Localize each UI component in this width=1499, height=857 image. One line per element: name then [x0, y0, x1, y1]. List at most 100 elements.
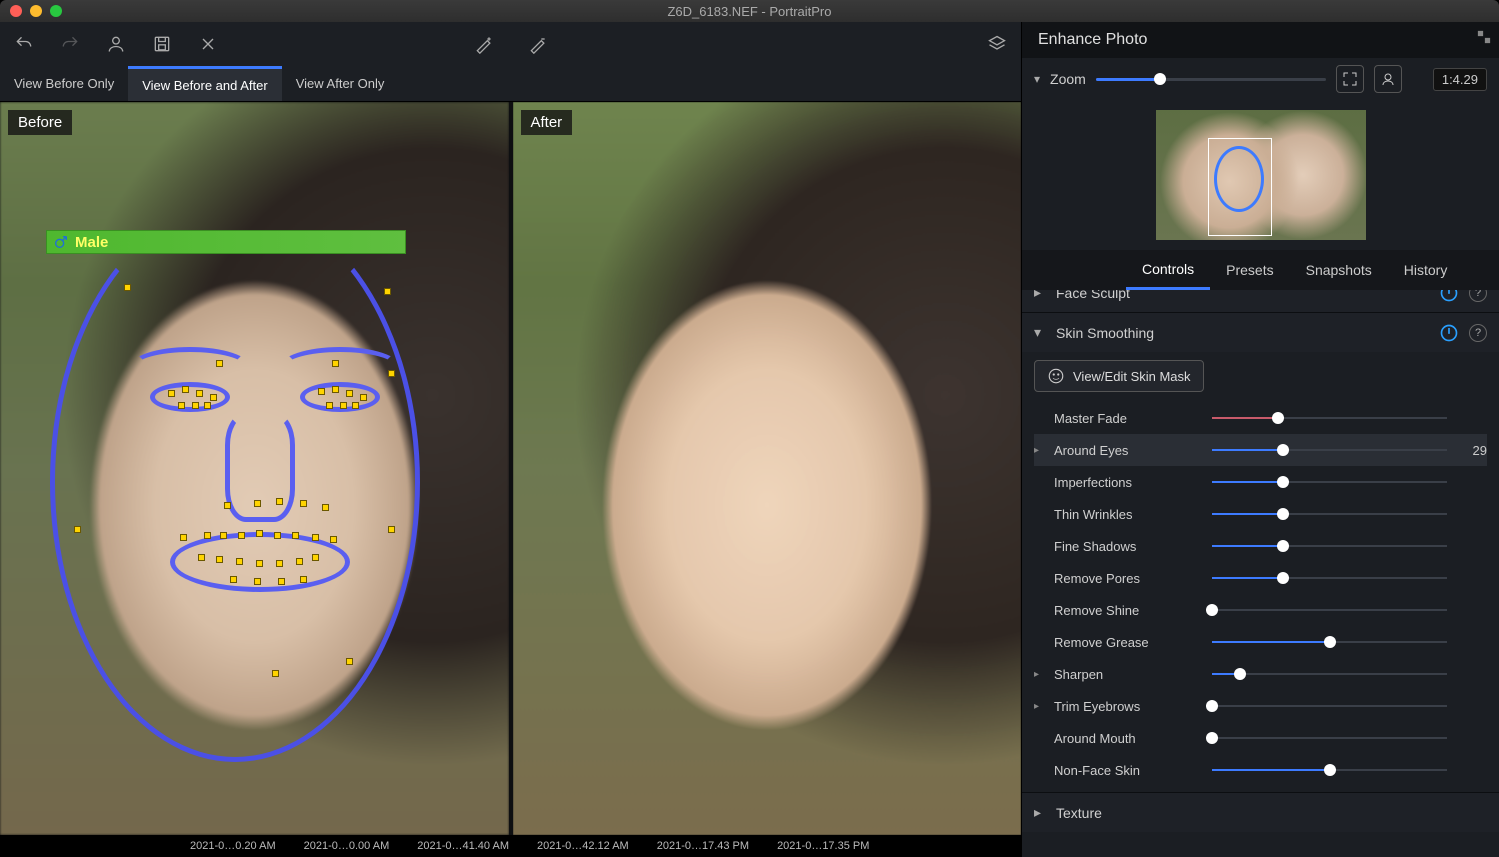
- eyebrow-left[interactable]: [130, 347, 250, 387]
- tab-view-before-after[interactable]: View Before and After: [128, 66, 282, 101]
- slider-label: Thin Wrinkles: [1054, 507, 1202, 522]
- slider-label: Non-Face Skin: [1054, 763, 1202, 778]
- subtab-snapshots[interactable]: Snapshots: [1290, 250, 1388, 290]
- undo-icon[interactable]: [12, 32, 36, 56]
- slider-remove_grease[interactable]: Remove Grease: [1034, 626, 1487, 658]
- slider-track[interactable]: [1212, 696, 1447, 716]
- person-icon[interactable]: [104, 32, 128, 56]
- sidebar: Enhance Photo ▾ Zoom 1:4.29 Controls: [1021, 22, 1499, 857]
- slider-remove_shine[interactable]: Remove Shine: [1034, 594, 1487, 626]
- slider-track[interactable]: [1212, 600, 1447, 620]
- slider-track[interactable]: [1212, 568, 1447, 588]
- subtab-presets[interactable]: Presets: [1210, 250, 1289, 290]
- eye-right[interactable]: [300, 382, 380, 412]
- slider-track[interactable]: [1212, 472, 1447, 492]
- slider-around_eyes[interactable]: ▸ Around Eyes 29: [1034, 434, 1487, 466]
- timestamp: 2021-0…17.43 PM: [657, 840, 749, 852]
- slider-label: Remove Pores: [1054, 571, 1202, 586]
- redo-icon[interactable]: [58, 32, 82, 56]
- timestamp: 2021-0…0.20 AM: [190, 840, 276, 852]
- timestamps-strip: 2021-0…0.20 AM 2021-0…0.00 AM 2021-0…41.40…: [0, 835, 1021, 857]
- timestamp: 2021-0…0.00 AM: [304, 840, 390, 852]
- app-root: View Before Only View Before and After V…: [0, 22, 1499, 857]
- slider-label: Around Eyes: [1054, 443, 1202, 458]
- slider-track[interactable]: [1212, 728, 1447, 748]
- chevron-right-icon[interactable]: ▸: [1034, 445, 1044, 456]
- eyebrow-right[interactable]: [280, 347, 400, 387]
- power-icon[interactable]: [1439, 323, 1459, 343]
- slider-track[interactable]: [1212, 408, 1447, 428]
- subtab-controls[interactable]: Controls: [1126, 250, 1210, 290]
- chevron-right-icon[interactable]: ▸: [1034, 701, 1044, 712]
- male-icon: [53, 234, 69, 250]
- timestamp: 2021-0…41.40 AM: [417, 840, 509, 852]
- zoom-row: ▾ Zoom 1:4.29: [1022, 58, 1499, 100]
- macos-titlebar: Z6D_6183.NEF - PortraitPro: [0, 0, 1499, 22]
- chevron-down-icon[interactable]: ▾: [1034, 72, 1040, 86]
- before-label: Before: [8, 110, 72, 135]
- main-area: View Before Only View Before and After V…: [0, 22, 1021, 857]
- tab-view-after-only[interactable]: View After Only: [282, 66, 399, 101]
- power-icon[interactable]: [1439, 290, 1459, 303]
- slider-label: Fine Shadows: [1054, 539, 1202, 554]
- help-icon[interactable]: ?: [1469, 324, 1487, 342]
- subtab-history[interactable]: History: [1388, 250, 1464, 290]
- window-title: Z6D_6183.NEF - PortraitPro: [0, 4, 1499, 19]
- section-skin-smoothing[interactable]: ▾ Skin Smoothing ?: [1022, 312, 1499, 352]
- sidebar-title: Enhance Photo: [1038, 31, 1147, 49]
- slider-master_fade[interactable]: Master Fade: [1034, 402, 1487, 434]
- view-edit-skin-mask-button[interactable]: View/Edit Skin Mask: [1034, 360, 1204, 392]
- gender-tag-label: Male: [75, 234, 108, 251]
- main-toolbar: [0, 22, 1021, 66]
- slider-track[interactable]: [1212, 664, 1447, 684]
- timestamp: 2021-0…17.35 PM: [777, 840, 869, 852]
- slider-label: Remove Shine: [1054, 603, 1202, 618]
- slider-trim_eyebrows[interactable]: ▸Trim Eyebrows: [1034, 690, 1487, 722]
- mouth-outline[interactable]: [170, 532, 350, 592]
- slider-imperfections[interactable]: Imperfections: [1034, 466, 1487, 498]
- pane-before: Before Male: [0, 102, 509, 835]
- slider-non_face_skin[interactable]: Non-Face Skin: [1034, 754, 1487, 786]
- slider-label: Sharpen: [1054, 667, 1202, 682]
- slider-label: Master Fade: [1054, 411, 1202, 426]
- slider-label: Around Mouth: [1054, 731, 1202, 746]
- slider-track[interactable]: [1212, 632, 1447, 652]
- slider-thin_wrinkles[interactable]: Thin Wrinkles: [1034, 498, 1487, 530]
- section-face-sculpt[interactable]: ▸ Face Sculpt ?: [1022, 290, 1499, 312]
- view-tabs: View Before Only View Before and After V…: [0, 66, 1021, 102]
- slider-around_mouth[interactable]: Around Mouth: [1034, 722, 1487, 754]
- slider-remove_pores[interactable]: Remove Pores: [1034, 562, 1487, 594]
- nose-outline[interactable]: [225, 412, 295, 522]
- zoom-value[interactable]: 1:4.29: [1433, 68, 1487, 91]
- eye-left[interactable]: [150, 382, 230, 412]
- sidebar-header: Enhance Photo: [1022, 22, 1499, 58]
- fit-face-icon[interactable]: [1374, 65, 1402, 93]
- section-texture[interactable]: ▸ Texture: [1022, 792, 1499, 832]
- brush-add-icon[interactable]: [472, 32, 496, 56]
- after-label: After: [521, 110, 573, 135]
- brush-remove-icon[interactable]: [526, 32, 550, 56]
- tab-view-before-only[interactable]: View Before Only: [0, 66, 128, 101]
- close-icon[interactable]: [196, 32, 220, 56]
- fit-screen-icon[interactable]: [1336, 65, 1364, 93]
- slider-track[interactable]: [1212, 440, 1447, 460]
- pane-after: After: [509, 102, 1022, 835]
- slider-fine_shadows[interactable]: Fine Shadows: [1034, 530, 1487, 562]
- chevron-right-icon[interactable]: ▸: [1034, 669, 1044, 680]
- controls-panel[interactable]: ▸ Face Sculpt ? ▾ Skin Smoothing ? View/…: [1022, 290, 1499, 857]
- layers-icon[interactable]: [985, 32, 1009, 56]
- slider-label: Imperfections: [1054, 475, 1202, 490]
- detach-icon[interactable]: [1477, 30, 1491, 44]
- slider-track[interactable]: [1212, 504, 1447, 524]
- canvas[interactable]: Before Male Aft: [0, 102, 1021, 835]
- slider-track[interactable]: [1212, 760, 1447, 780]
- slider-track[interactable]: [1212, 536, 1447, 556]
- mask-icon: [1047, 367, 1065, 385]
- slider-value: 29: [1457, 443, 1487, 458]
- save-icon[interactable]: [150, 32, 174, 56]
- help-icon[interactable]: ?: [1469, 290, 1487, 302]
- slider-sharpen[interactable]: ▸ Sharpen: [1034, 658, 1487, 690]
- navigator-thumbnail[interactable]: [1022, 100, 1499, 250]
- zoom-slider[interactable]: [1096, 69, 1326, 89]
- skin-smoothing-body: View/Edit Skin Mask Master Fade ▸ Around E…: [1022, 352, 1499, 792]
